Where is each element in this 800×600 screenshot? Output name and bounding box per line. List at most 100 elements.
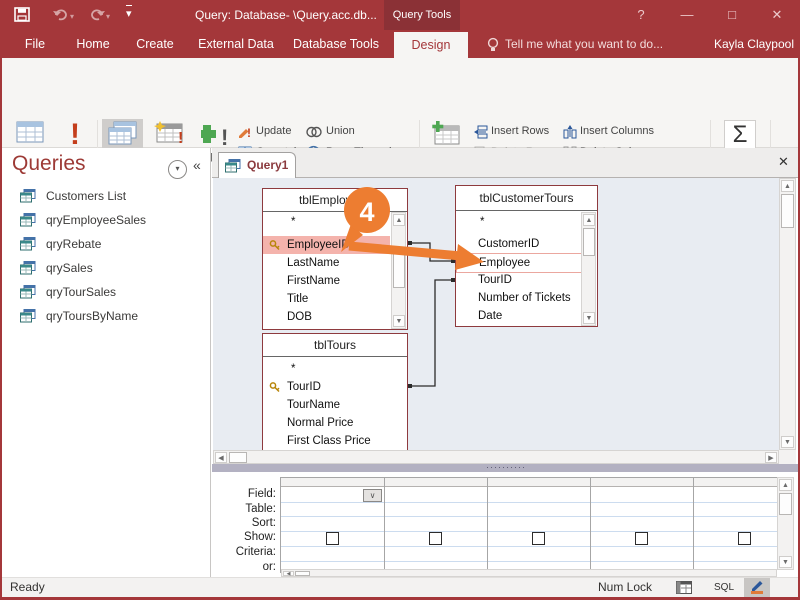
scroll-left-icon[interactable]: ◀: [215, 452, 227, 463]
field-row[interactable]: Title: [287, 290, 308, 308]
query-icon: [20, 285, 36, 299]
close-button[interactable]: ✕: [762, 0, 792, 30]
field-row-highlighted[interactable]: Employee: [456, 253, 582, 273]
account-user-name[interactable]: Kayla Claypool: [694, 30, 794, 58]
nav-item-customers-list[interactable]: Customers List: [2, 184, 210, 208]
scrollbar-thumb[interactable]: [393, 248, 405, 288]
grid-row-label-field: Field:: [247, 488, 276, 500]
column-selector-strip[interactable]: [281, 478, 777, 487]
field-row[interactable]: First Class Price: [287, 432, 371, 450]
help-button[interactable]: ?: [626, 0, 656, 30]
nav-item-qrysales[interactable]: qrySales: [2, 256, 210, 280]
field-row[interactable]: LastName: [287, 254, 339, 272]
table-title: tblTours: [263, 334, 407, 357]
field-row-highlighted[interactable]: EmployeeID: [263, 236, 390, 254]
scroll-up-icon[interactable]: ▲: [779, 479, 792, 491]
tab-home[interactable]: Home: [68, 30, 118, 58]
insert-columns-button[interactable]: Insert Columns: [563, 122, 693, 141]
field-row[interactable]: FirstName: [287, 272, 340, 290]
window-title: Query: Database- \Query.acc.db...: [195, 8, 377, 22]
nav-item-qryrebate[interactable]: qryRebate: [2, 232, 210, 256]
show-checkbox-col2[interactable]: [429, 532, 442, 545]
field-row[interactable]: Date: [478, 307, 502, 325]
tab-query1[interactable]: Query1: [218, 152, 296, 178]
scroll-right-icon[interactable]: ▶: [765, 452, 777, 463]
field-row[interactable]: Normal Price: [287, 414, 353, 432]
grid-vertical-scrollbar[interactable]: ▲ ▼: [777, 477, 794, 570]
grid-row-label-sort: Sort:: [251, 517, 276, 529]
field-row[interactable]: *: [291, 213, 295, 231]
show-checkbox-col4[interactable]: [635, 532, 648, 545]
tab-database-tools[interactable]: Database Tools: [288, 30, 384, 58]
qbe-grid[interactable]: ∨: [280, 477, 777, 573]
field-list-scrollbar[interactable]: ▲ ▼: [391, 212, 406, 329]
field-row[interactable]: DOB: [287, 308, 312, 326]
scroll-down-icon[interactable]: ▼: [393, 315, 405, 327]
qat-customize-icon[interactable]: ▾: [126, 5, 132, 22]
pane-splitter-handle[interactable]: ··········: [212, 463, 800, 472]
scroll-down-icon[interactable]: ▼: [779, 556, 792, 568]
canvas-vertical-scrollbar[interactable]: ▲ ▼: [779, 178, 796, 450]
query-design-canvas[interactable]: tblEmployees * EmployeeID LastName First…: [213, 178, 779, 450]
scroll-left-icon[interactable]: ◀: [283, 571, 294, 577]
primary-key-icon: [269, 240, 280, 251]
sql-view-button[interactable]: SQL: [714, 578, 734, 597]
nav-item-qrytoursales[interactable]: qryTourSales: [2, 280, 210, 304]
scrollbar-thumb[interactable]: [781, 194, 794, 228]
field-row[interactable]: Number of Tickets: [478, 289, 571, 307]
grid-horizontal-scrollbar[interactable]: ◀: [281, 569, 777, 577]
scroll-down-icon[interactable]: ▼: [781, 436, 794, 448]
insert-columns-label: Insert Columns: [580, 125, 654, 137]
design-view-button-active[interactable]: [744, 578, 770, 597]
tab-create[interactable]: Create: [128, 30, 182, 58]
show-checkbox-col1[interactable]: [326, 532, 339, 545]
tell-me-box[interactable]: Tell me what you want to do...: [505, 30, 685, 58]
undo-dropdown-icon[interactable]: ▾: [70, 12, 74, 21]
show-checkbox-col5[interactable]: [738, 532, 751, 545]
field-cell-dropdown[interactable]: ∨: [363, 489, 382, 502]
nav-menu-dropdown-icon[interactable]: ▾: [168, 160, 187, 179]
undo-icon[interactable]: [52, 8, 70, 22]
field-list-tblcustomertours[interactable]: tblCustomerTours * CustomerID Employee T…: [455, 185, 598, 327]
qbe-pane: Field: Table: Sort: Show: Criteria: or: …: [212, 472, 800, 577]
field-list-tblemployees[interactable]: tblEmployees * EmployeeID LastName First…: [262, 188, 408, 330]
field-row[interactable]: TourID: [263, 378, 407, 396]
save-icon[interactable]: [14, 7, 31, 23]
scroll-up-icon[interactable]: ▲: [393, 214, 405, 226]
scrollbar-thumb[interactable]: [229, 452, 247, 463]
scrollbar-thumb[interactable]: [583, 228, 595, 256]
minimize-button[interactable]: —: [672, 0, 702, 30]
datasheet-view-icon[interactable]: [676, 581, 692, 594]
maximize-button[interactable]: □: [717, 0, 747, 30]
scroll-up-icon[interactable]: ▲: [583, 214, 595, 226]
scroll-up-icon[interactable]: ▲: [781, 180, 794, 192]
grid-row-label-show: Show:: [244, 531, 276, 543]
redo-dropdown-icon[interactable]: ▾: [106, 12, 110, 21]
tab-file[interactable]: File: [12, 30, 58, 58]
scroll-down-icon[interactable]: ▼: [583, 312, 595, 324]
table-title: tblCustomerTours: [456, 186, 597, 211]
field-row[interactable]: TourID: [478, 271, 512, 289]
nav-item-qryemployeesales[interactable]: qryEmployeeSales: [2, 208, 210, 232]
tab-external-data[interactable]: External Data: [192, 30, 280, 58]
field-list-tbltours[interactable]: tblTours * TourID TourName Normal Price …: [262, 333, 408, 450]
insert-rows-button[interactable]: Insert Rows: [474, 122, 558, 141]
nav-item-qrytoursbyname[interactable]: qryToursByName: [2, 304, 210, 328]
union-button[interactable]: Union: [306, 122, 414, 141]
primary-key-icon: [269, 382, 280, 393]
document-tab-bar: Query1 ✕: [212, 148, 800, 178]
show-checkbox-col3[interactable]: [532, 532, 545, 545]
redo-icon[interactable]: [88, 8, 106, 22]
update-button[interactable]: ! Update: [238, 122, 304, 141]
insert-rows-label: Insert Rows: [491, 125, 550, 137]
close-document-icon[interactable]: ✕: [778, 154, 789, 170]
scrollbar-thumb[interactable]: [779, 493, 792, 515]
field-list-scrollbar[interactable]: ▲ ▼: [581, 212, 596, 326]
tab-design-active[interactable]: Design: [394, 32, 468, 58]
field-row[interactable]: TourName: [287, 396, 340, 414]
field-row[interactable]: *: [480, 213, 484, 231]
shutter-bar-close-icon[interactable]: «: [193, 157, 201, 173]
field-row[interactable]: *: [291, 360, 295, 378]
field-row[interactable]: CustomerID: [478, 235, 539, 253]
scrollbar-thumb[interactable]: [295, 571, 310, 576]
